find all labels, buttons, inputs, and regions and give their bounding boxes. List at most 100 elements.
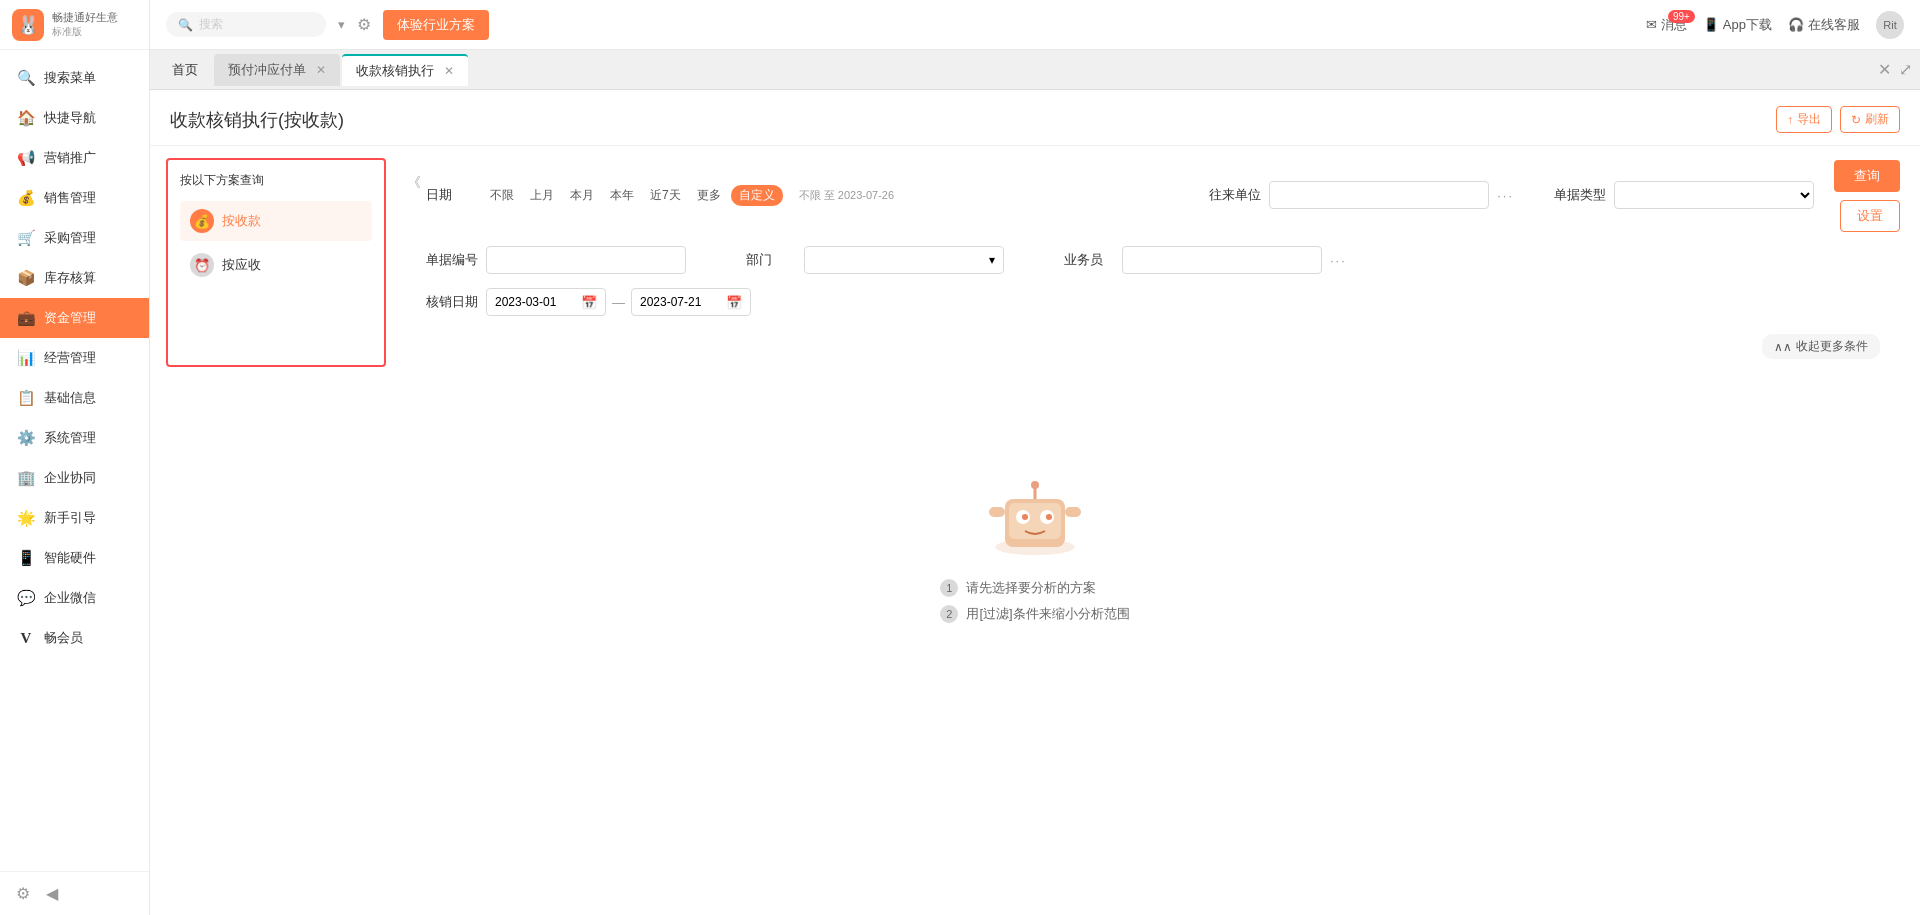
- date-btn-more[interactable]: 更多: [691, 185, 727, 206]
- hardware-icon: 📱: [16, 548, 36, 568]
- tip-text-1: 请先选择要分析的方案: [966, 579, 1096, 597]
- date-btn-this-year[interactable]: 本年: [604, 185, 640, 206]
- collapse-filter-button[interactable]: 《: [402, 158, 426, 367]
- sidebar-item-sysmanage[interactable]: ⚙️ 系统管理: [0, 418, 149, 458]
- refresh-button[interactable]: ↻ 刷新: [1840, 106, 1900, 133]
- writeoff-end-value: 2023-07-21: [640, 295, 701, 309]
- app-download-button[interactable]: 📱 App下载: [1703, 16, 1772, 34]
- writeoff-start-input[interactable]: 2023-03-01 📅: [486, 288, 606, 316]
- sidebar-item-quicknav[interactable]: 🏠 快捷导航: [0, 98, 149, 138]
- date-btn-custom[interactable]: 自定义: [731, 185, 783, 206]
- date-btn-last7[interactable]: 近7天: [644, 185, 687, 206]
- sidebar-item-member[interactable]: V 畅会员: [0, 618, 149, 658]
- filter-row-1: 日期 不限 上月 本月 本年 近7天 更多 自定义 不: [426, 158, 1900, 232]
- sidebar-item-sales[interactable]: 💰 销售管理: [0, 178, 149, 218]
- svg-point-5: [1022, 514, 1028, 520]
- message-button[interactable]: ✉ 消息 99+: [1646, 16, 1687, 34]
- export-button[interactable]: ↑ 导出: [1776, 106, 1832, 133]
- settings-button[interactable]: 设置: [1840, 200, 1900, 232]
- counterpart-dots[interactable]: ···: [1497, 188, 1514, 203]
- by-receipt-icon: 💰: [190, 209, 214, 233]
- date-btn-last-month[interactable]: 上月: [524, 185, 560, 206]
- sidebar-item-hardware[interactable]: 📱 智能硬件: [0, 538, 149, 578]
- sidebar-item-enterprise-label: 企业协同: [44, 469, 96, 487]
- tabbar-actions: ✕ ⤢: [1878, 60, 1912, 79]
- sidebar-item-hardware-label: 智能硬件: [44, 549, 96, 567]
- filter-query-actions: 查询 设置: [1834, 158, 1900, 232]
- counterpart-input[interactable]: [1269, 181, 1489, 209]
- sidebar-item-marketing-label: 营销推广: [44, 149, 96, 167]
- page-title: 收款核销执行(按收款): [170, 108, 344, 132]
- topbar-gear-icon[interactable]: ⚙: [357, 15, 371, 34]
- dept-select[interactable]: ▾: [804, 246, 1004, 274]
- main-area: 🔍 搜索 ▾ ⚙ 体验行业方案 ✉ 消息 99+ 📱 App下载 🎧 在线客服 …: [150, 0, 1920, 915]
- sidebar-item-wechat[interactable]: 💬 企业微信: [0, 578, 149, 618]
- sidebar-item-guide[interactable]: 🌟 新手引导: [0, 498, 149, 538]
- sidebar-item-purchase[interactable]: 🛒 采购管理: [0, 218, 149, 258]
- collapse-more-button[interactable]: ∧∧ 收起更多条件: [1762, 334, 1880, 359]
- settings-bottom-icon[interactable]: ⚙: [16, 884, 30, 903]
- sidebar-item-search[interactable]: 🔍 搜索菜单: [0, 58, 149, 98]
- page-header: 收款核销执行(按收款) ↑ 导出 ↻ 刷新: [150, 90, 1920, 146]
- sidebar-item-enterprise[interactable]: 🏢 企业协同: [0, 458, 149, 498]
- topbar-dropdown-icon[interactable]: ▾: [338, 17, 345, 32]
- filter-date-item: 日期 不限 上月 本月 本年 近7天 更多 自定义 不: [426, 185, 894, 206]
- filter-staff-item: 业务员 ···: [1064, 246, 1347, 274]
- sidebar-item-finance[interactable]: 💼 资金管理: [0, 298, 149, 338]
- date-not-limited: 不限 至 2023-07-26: [799, 188, 894, 203]
- user-avatar-area[interactable]: Rit: [1876, 11, 1904, 39]
- doctype-select[interactable]: [1614, 181, 1814, 209]
- topbar-search-box[interactable]: 🔍 搜索: [166, 12, 326, 37]
- page-content: 收款核销执行(按收款) ↑ 导出 ↻ 刷新 按以下方案查询: [150, 90, 1920, 915]
- tip-num-2: 2: [940, 605, 958, 623]
- purchase-icon: 🛒: [16, 228, 36, 248]
- tab-close-all-icon[interactable]: ✕: [1878, 60, 1891, 79]
- writeoff-end-input[interactable]: 2023-07-21 📅: [631, 288, 751, 316]
- topbar-right: ✉ 消息 99+ 📱 App下载 🎧 在线客服 Rit: [1646, 11, 1904, 39]
- docno-label: 单据编号: [426, 251, 478, 269]
- tab-receipt-offset[interactable]: 收款核销执行 ✕: [342, 54, 468, 86]
- filter-row-2: 单据编号 部门 ▾ 业务员: [426, 246, 1900, 274]
- filter-panel-title: 按以下方案查询: [180, 172, 372, 189]
- message-badge: 99+: [1668, 10, 1695, 23]
- tab-receipt-offset-label: 收款核销执行: [356, 62, 434, 80]
- basicinfo-icon: 📋: [16, 388, 36, 408]
- tab-prepay-close[interactable]: ✕: [316, 63, 326, 77]
- tab-home[interactable]: 首页: [158, 54, 212, 86]
- staff-input[interactable]: [1122, 246, 1322, 274]
- sidebar-item-quicknav-label: 快捷导航: [44, 109, 96, 127]
- date-btn-this-month[interactable]: 本月: [564, 185, 600, 206]
- refresh-label: 刷新: [1865, 111, 1889, 128]
- svg-point-6: [1046, 514, 1052, 520]
- topbar: 🔍 搜索 ▾ ⚙ 体验行业方案 ✉ 消息 99+ 📱 App下载 🎧 在线客服 …: [150, 0, 1920, 50]
- staff-dots[interactable]: ···: [1330, 253, 1347, 268]
- filter-option-by-receipt[interactable]: 💰 按收款: [180, 201, 372, 241]
- filter-left-panel: 按以下方案查询 💰 按收款 ⏰ 按应收: [166, 158, 386, 367]
- sidebar-nav: 🔍 搜索菜单 🏠 快捷导航 📢 营销推广 💰 销售管理 🛒 采购管理 📦 库存核…: [0, 50, 149, 871]
- date-buttons: 不限 上月 本月 本年 近7天 更多 自定义: [484, 185, 783, 206]
- logo-area: 🐰 畅捷通好生意 标准版: [0, 0, 149, 50]
- sidebar-item-bizmanage[interactable]: 📊 经营管理: [0, 338, 149, 378]
- filter-doctype-item: 单据类型: [1554, 181, 1814, 209]
- filter-option-by-receivable[interactable]: ⏰ 按应收: [180, 245, 372, 285]
- collapse-sidebar-icon[interactable]: ◀: [46, 884, 58, 903]
- tab-expand-icon[interactable]: ⤢: [1899, 60, 1912, 79]
- query-button[interactable]: 查询: [1834, 160, 1900, 192]
- solution-button[interactable]: 体验行业方案: [383, 10, 489, 40]
- docno-input[interactable]: [486, 246, 686, 274]
- tab-prepay[interactable]: 预付冲应付单 ✕: [214, 54, 340, 86]
- app-icon: 📱: [1703, 17, 1719, 32]
- tip-text-2: 用[过滤]条件来缩小分析范围: [966, 605, 1129, 623]
- tab-receipt-close[interactable]: ✕: [444, 64, 454, 78]
- date-btn-unlimited[interactable]: 不限: [484, 185, 520, 206]
- sidebar-item-marketing[interactable]: 📢 营销推广: [0, 138, 149, 178]
- sidebar-item-inventory[interactable]: 📦 库存核算: [0, 258, 149, 298]
- sidebar-item-basicinfo[interactable]: 📋 基础信息: [0, 378, 149, 418]
- logo-title: 畅捷通好生意: [52, 10, 118, 24]
- online-service-button[interactable]: 🎧 在线客服: [1788, 16, 1860, 34]
- empty-illustration: [975, 459, 1095, 559]
- user-name-display: Rit: [1883, 19, 1896, 31]
- export-icon: ↑: [1787, 113, 1793, 127]
- filter-right-form: 日期 不限 上月 本月 本年 近7天 更多 自定义 不: [426, 158, 1920, 367]
- sidebar-item-inventory-label: 库存核算: [44, 269, 96, 287]
